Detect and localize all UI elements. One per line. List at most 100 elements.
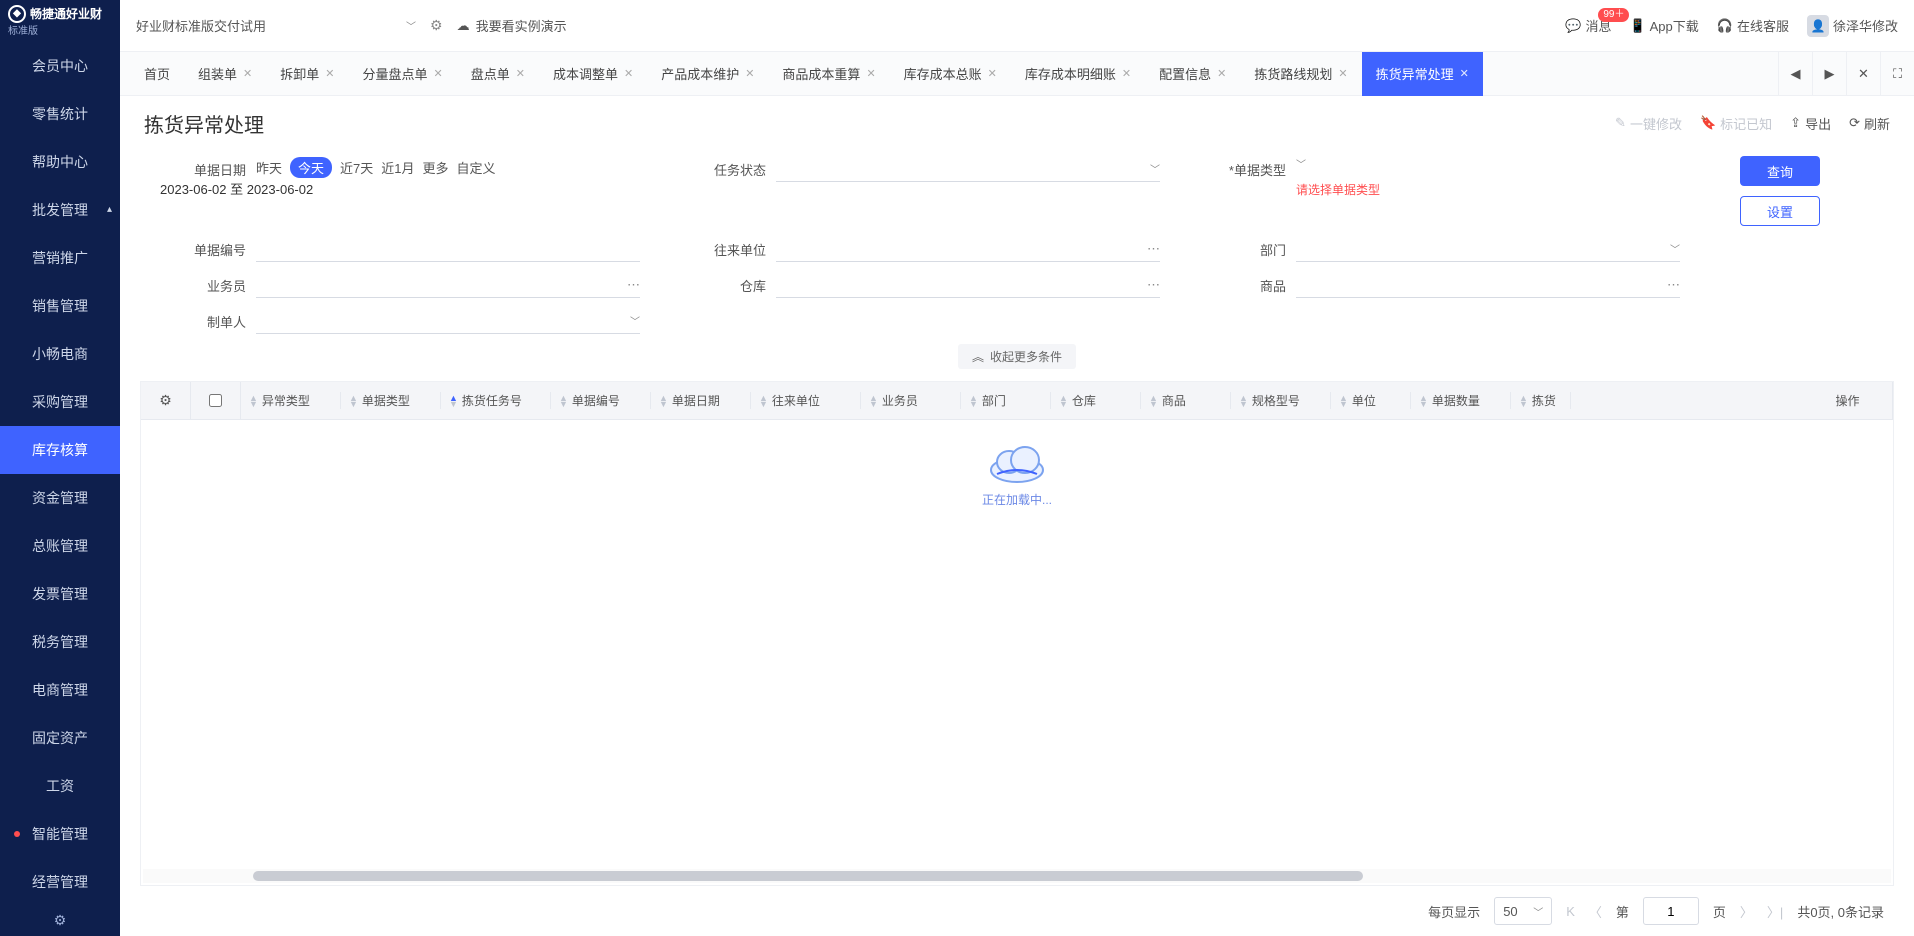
doc-no-input[interactable] (256, 236, 640, 262)
close-icon[interactable]: ✕ (624, 67, 633, 80)
table-column-header[interactable]: ▲▼规格型号 (1231, 392, 1331, 409)
sort-icon[interactable]: ▲▼ (1339, 395, 1348, 407)
table-column-header[interactable]: ▲▼仓库 (1051, 392, 1141, 409)
sidebar-item[interactable]: 智能管理 (0, 810, 120, 858)
sort-icon[interactable]: ▲▼ (1059, 395, 1068, 407)
query-button[interactable]: 查询 (1740, 156, 1820, 186)
sidebar-item[interactable]: 零售统计 (0, 90, 120, 138)
sidebar-item[interactable]: 电商管理 (0, 666, 120, 714)
close-icon[interactable]: ✕ (1338, 67, 1347, 80)
sort-icon[interactable]: ▲▼ (869, 395, 878, 407)
sort-icon[interactable]: ▲▼ (1419, 395, 1428, 407)
goods-select[interactable]: ⋯ (1296, 272, 1680, 298)
date-chip[interactable]: 近1月 (381, 158, 414, 177)
table-column-header[interactable]: ▲▼单据类型 (341, 392, 441, 409)
sidebar-item[interactable]: 库存核算 (0, 426, 120, 474)
tab[interactable]: 组装单✕ (184, 52, 266, 96)
product-selector[interactable]: 好业财标准版交付试用 ﹀ (136, 16, 416, 35)
task-status-select[interactable]: ﹀ (776, 156, 1160, 182)
close-icon[interactable]: ✕ (745, 67, 754, 80)
date-chip[interactable]: 自定义 (457, 158, 496, 177)
sidebar-item[interactable]: 固定资产 (0, 714, 120, 762)
user-menu[interactable]: 👤 徐泽华修改 (1807, 15, 1898, 37)
table-column-header[interactable]: ▲▼往来单位 (751, 392, 861, 409)
sort-icon[interactable]: ▲▼ (449, 395, 458, 407)
sales-select[interactable]: ⋯ (256, 272, 640, 298)
table-column-header[interactable]: ▲▼部门 (961, 392, 1051, 409)
close-icon[interactable]: ✕ (325, 67, 334, 80)
sidebar-item[interactable]: 发票管理 (0, 570, 120, 618)
tab[interactable]: 成本调整单✕ (539, 52, 647, 96)
tab[interactable]: 配置信息✕ (1145, 52, 1240, 96)
close-icon[interactable]: ✕ (516, 67, 525, 80)
tab[interactable]: 库存成本明细账✕ (1011, 52, 1145, 96)
col-checkbox[interactable] (191, 382, 241, 419)
table-column-header[interactable]: ▲▼拣货 (1511, 392, 1571, 409)
sort-icon[interactable]: ▲▼ (349, 395, 358, 407)
page-size-select[interactable]: 50 ﹀ (1494, 897, 1552, 925)
table-column-header[interactable]: ▲▼单据编号 (551, 392, 651, 409)
dept-select[interactable]: ﹀ (1296, 236, 1680, 262)
party-select[interactable]: ⋯ (776, 236, 1160, 262)
support-button[interactable]: 🎧 在线客服 (1717, 16, 1789, 35)
close-icon[interactable]: ✕ (866, 67, 875, 80)
sidebar-item[interactable]: 会员中心 (0, 42, 120, 90)
sort-icon[interactable]: ▲▼ (559, 395, 568, 407)
table-column-header[interactable]: ▲▼单据日期 (651, 392, 751, 409)
sidebar-item[interactable]: 税务管理 (0, 618, 120, 666)
sidebar-item[interactable]: 批发管理▴ (0, 186, 120, 234)
tab[interactable]: 拣货路线规划✕ (1240, 52, 1361, 96)
table-column-header[interactable]: ▲▼拣货任务号 (441, 392, 551, 409)
tab[interactable]: 分量盘点单✕ (348, 52, 456, 96)
tabs-next[interactable]: ▶ (1812, 52, 1846, 96)
tab[interactable]: 库存成本总账✕ (890, 52, 1011, 96)
sidebar-item[interactable]: 营销推广 (0, 234, 120, 282)
demo-link[interactable]: ☁ 我要看实例演示 (457, 16, 567, 35)
sidebar-item[interactable]: 采购管理 (0, 378, 120, 426)
sidebar-item[interactable]: 帮助中心 (0, 138, 120, 186)
tab[interactable]: 拣货异常处理✕ (1362, 52, 1483, 96)
maker-select[interactable]: ﹀ (256, 308, 640, 334)
close-icon[interactable]: ✕ (243, 67, 252, 80)
tabs-close-all[interactable]: ✕ (1846, 52, 1880, 96)
close-icon[interactable]: ✕ (1122, 67, 1131, 80)
tab[interactable]: 拆卸单✕ (266, 52, 348, 96)
refresh-button[interactable]: ⟳ 刷新 (1849, 114, 1890, 133)
table-column-header[interactable]: ▲▼异常类型 (241, 392, 341, 409)
close-icon[interactable]: ✕ (434, 67, 443, 80)
sidebar-item[interactable]: 小畅电商 (0, 330, 120, 378)
collapse-filters-button[interactable]: ︽ 收起更多条件 (958, 344, 1076, 369)
tab[interactable]: 盘点单✕ (457, 52, 539, 96)
sort-icon[interactable]: ▲▼ (1239, 395, 1248, 407)
tab[interactable]: 商品成本重算✕ (768, 52, 889, 96)
sort-icon[interactable]: ▲▼ (969, 395, 978, 407)
table-column-header[interactable]: ▲▼单位 (1331, 392, 1411, 409)
messages-button[interactable]: 💬 消息 99＋ (1565, 16, 1611, 35)
doc-type-select[interactable]: ﹀ (1296, 156, 1680, 179)
export-button[interactable]: ⇪ 导出 (1790, 114, 1831, 133)
tab[interactable]: 首页 (130, 52, 184, 96)
page-last[interactable]: 〉| (1767, 902, 1783, 921)
sort-icon[interactable]: ▲▼ (659, 395, 668, 407)
table-column-header[interactable]: ▲▼商品 (1141, 392, 1231, 409)
app-download-button[interactable]: 📱 App下载 (1629, 16, 1698, 35)
table-column-header[interactable]: ▲▼单据数量 (1411, 392, 1511, 409)
sort-icon[interactable]: ▲▼ (1519, 395, 1528, 407)
date-chip[interactable]: 今天 (290, 157, 332, 178)
sort-icon[interactable]: ▲▼ (1149, 395, 1158, 407)
horizontal-scrollbar[interactable] (143, 869, 1891, 883)
sidebar-item[interactable]: 资金管理 (0, 474, 120, 522)
page-next[interactable]: 〉 (1740, 902, 1753, 921)
close-icon[interactable]: ✕ (1460, 67, 1469, 80)
page-input[interactable] (1643, 897, 1699, 925)
sidebar-settings[interactable]: ⚙ (0, 906, 120, 936)
date-chip[interactable]: 更多 (423, 158, 449, 177)
top-settings-icon[interactable]: ⚙ (430, 17, 443, 34)
sidebar-item[interactable]: 工资 (0, 762, 120, 810)
close-icon[interactable]: ✕ (988, 67, 997, 80)
date-chip[interactable]: 近7天 (340, 158, 373, 177)
col-settings[interactable]: ⚙ (141, 382, 191, 419)
select-all-checkbox[interactable] (209, 394, 222, 407)
sort-icon[interactable]: ▲▼ (249, 395, 258, 407)
warehouse-select[interactable]: ⋯ (776, 272, 1160, 298)
